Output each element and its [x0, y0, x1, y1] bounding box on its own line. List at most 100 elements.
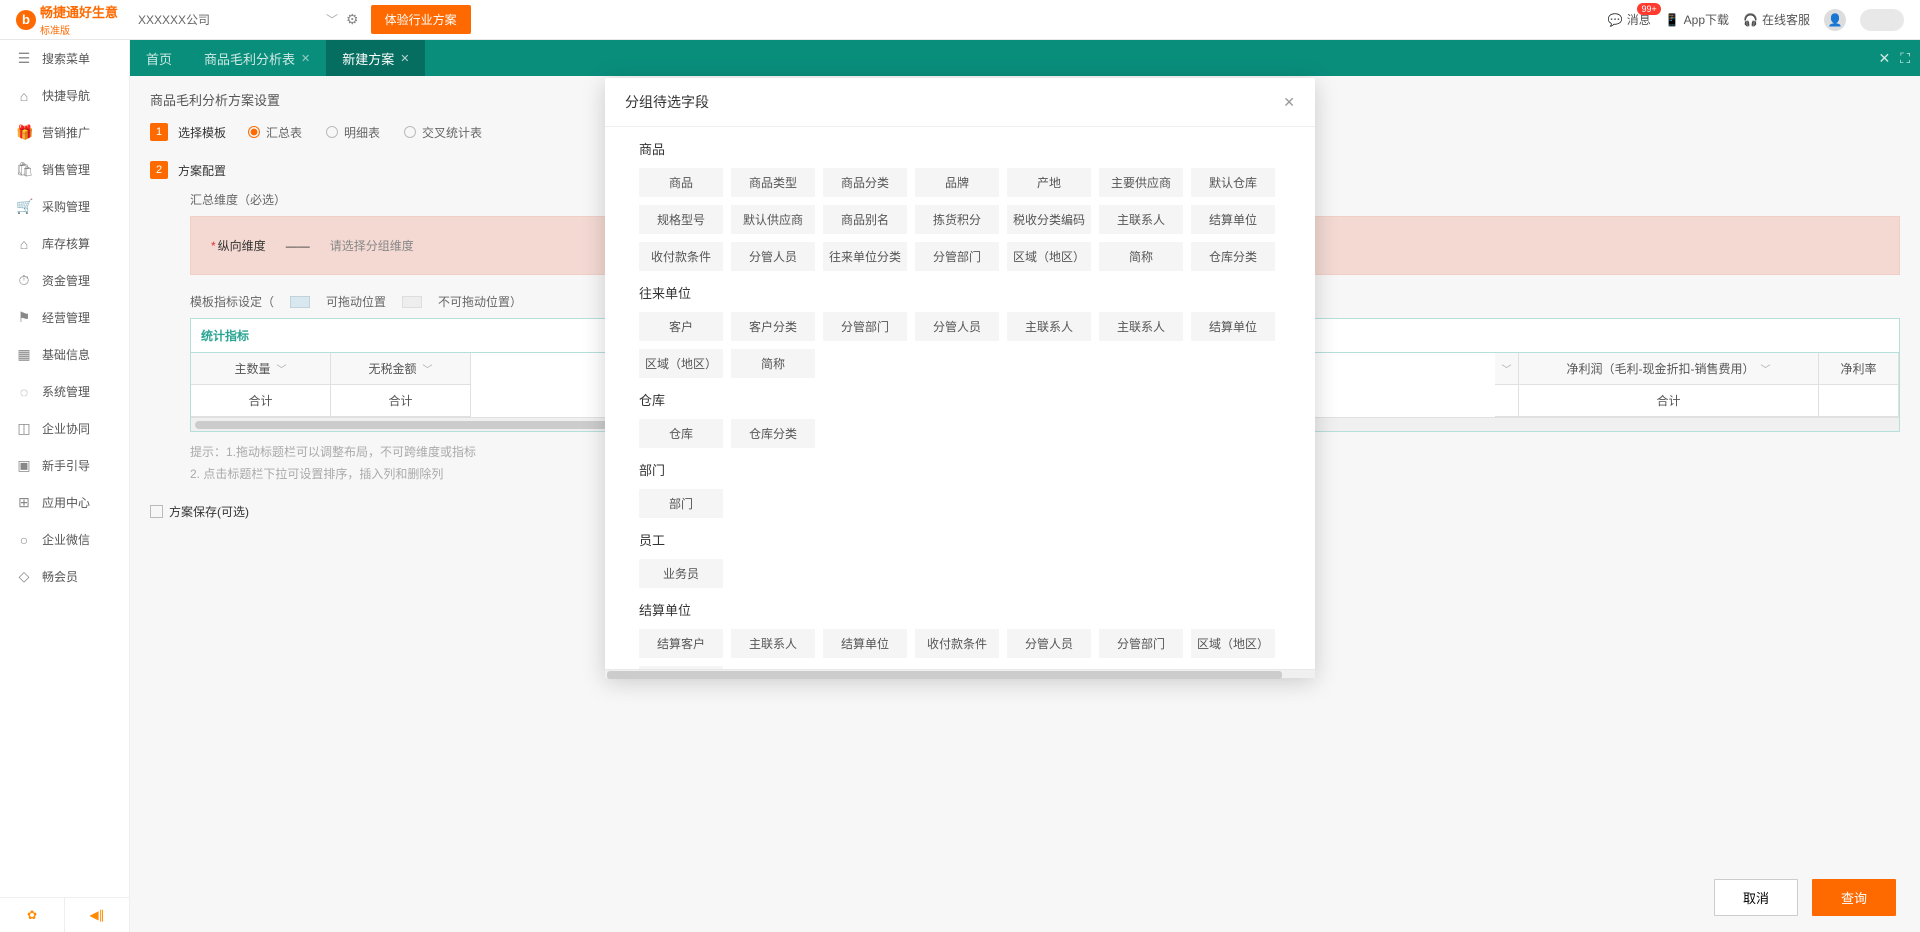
template-radio-0[interactable]: 汇总表	[248, 124, 302, 141]
footer-actions: 取消 查询	[1714, 879, 1896, 916]
field-chip[interactable]: 分管人员	[731, 242, 815, 271]
sidebar-collapse-button[interactable]: ◀∥	[65, 898, 129, 932]
user-pill[interactable]	[1860, 9, 1904, 31]
messages-link[interactable]: 💬 消息 99+	[1608, 11, 1651, 28]
field-chip[interactable]: 主联系人	[1007, 312, 1091, 341]
gear-icon[interactable]: ⚙	[346, 11, 359, 28]
tab-close-icon[interactable]: ✕	[400, 52, 409, 65]
field-chip[interactable]: 商品类型	[731, 168, 815, 197]
modal-close-icon[interactable]: ✕	[1283, 94, 1295, 111]
field-chip[interactable]: 拣货积分	[915, 205, 999, 234]
field-chip[interactable]: 区域（地区）	[639, 349, 723, 378]
field-chip[interactable]: 收付款条件	[915, 629, 999, 658]
sidebar-item-7[interactable]: ⚑经营管理	[0, 299, 129, 336]
sidebar-item-3[interactable]: 🛍销售管理	[0, 151, 129, 188]
logo-subtitle: 标准版	[40, 22, 118, 37]
field-chip[interactable]: 分管部门	[823, 312, 907, 341]
online-service-link[interactable]: 🎧 在线客服	[1743, 11, 1810, 28]
field-chip[interactable]: 品牌	[915, 168, 999, 197]
sidebar-item-14[interactable]: ◇畅会员	[0, 558, 129, 595]
modal-horizontal-scrollbar[interactable]	[605, 669, 1315, 678]
tab-2[interactable]: 新建方案✕	[326, 40, 425, 76]
modal-body[interactable]: 商品商品商品类型商品分类品牌产地主要供应商默认仓库规格型号默认供应商商品别名拣货…	[605, 127, 1315, 669]
field-chip[interactable]: 主联系人	[1099, 312, 1183, 341]
sidebar-item-6[interactable]: ⏱资金管理	[0, 262, 129, 299]
field-chip[interactable]: 分管人员	[915, 312, 999, 341]
field-chip[interactable]: 分管人员	[1007, 629, 1091, 658]
field-chip[interactable]: 规格型号	[639, 205, 723, 234]
indicator-setting-label: 模板指标设定（	[190, 293, 274, 310]
field-chip[interactable]: 简称	[731, 349, 815, 378]
field-chip[interactable]: 结算单位	[823, 629, 907, 658]
field-chip[interactable]: 产地	[1007, 168, 1091, 197]
grid-col-net-rate[interactable]: 净利率	[1819, 353, 1899, 385]
field-chip[interactable]: 业务员	[639, 559, 723, 588]
sidebar-item-8[interactable]: ▦基础信息	[0, 336, 129, 373]
sidebar-item-5[interactable]: ⌂库存核算	[0, 225, 129, 262]
field-chip[interactable]: 主联系人	[731, 629, 815, 658]
sidebar-item-label: 新手引导	[42, 457, 90, 474]
field-chip[interactable]: 往来单位分类	[823, 242, 907, 271]
app-download-link[interactable]: 📱 App下载	[1665, 11, 1729, 28]
field-chip[interactable]: 商品分类	[823, 168, 907, 197]
sidebar-item-label: 畅会员	[42, 568, 78, 585]
grid-col-net-profit[interactable]: 净利润（毛利-现金折扣-销售费用）﹀	[1519, 353, 1819, 385]
template-radio-2[interactable]: 交叉统计表	[404, 124, 482, 141]
field-chip[interactable]: 税收分类编码	[1007, 205, 1091, 234]
field-chip[interactable]: 收付款条件	[639, 242, 723, 271]
sidebar-item-11[interactable]: ▣新手引导	[0, 447, 129, 484]
field-chip[interactable]: 分管部门	[1099, 629, 1183, 658]
field-chip[interactable]: 默认仓库	[1191, 168, 1275, 197]
tab-0[interactable]: 首页	[130, 40, 188, 76]
field-chip[interactable]: 结算单位	[1191, 205, 1275, 234]
sidebar-settings-button[interactable]: ✿	[0, 898, 65, 932]
field-chip[interactable]: 客户分类	[731, 312, 815, 341]
field-group-title: 往来单位	[639, 283, 1295, 302]
sidebar-item-2[interactable]: 🎁营销推广	[0, 114, 129, 151]
tab-1[interactable]: 商品毛利分析表✕	[188, 40, 326, 76]
sidebar-item-13[interactable]: ○企业微信	[0, 521, 129, 558]
company-select[interactable]: XXXXXX公司 ﹀	[138, 11, 338, 28]
field-chip[interactable]: 商品别名	[823, 205, 907, 234]
sidebar-item-12[interactable]: ⊞应用中心	[0, 484, 129, 521]
field-chip[interactable]: 部门	[639, 489, 723, 518]
field-chip[interactable]: 简称	[1099, 242, 1183, 271]
step-1-label: 选择模板	[178, 124, 226, 141]
field-chip[interactable]: 默认供应商	[731, 205, 815, 234]
tab-close-all-icon[interactable]: ✕	[1878, 50, 1890, 67]
field-chip[interactable]: 仓库分类	[1191, 242, 1275, 271]
sidebar-item-9[interactable]: ◌系统管理	[0, 373, 129, 410]
field-chip[interactable]: 主联系人	[1099, 205, 1183, 234]
sidebar-item-10[interactable]: ◫企业协同	[0, 410, 129, 447]
grid-col-untaxed-amount[interactable]: 无税金额﹀	[331, 353, 471, 385]
sidebar-item-1[interactable]: ⌂快捷导航	[0, 77, 129, 114]
sidebar-item-label: 营销推广	[42, 124, 90, 141]
save-scheme-checkbox[interactable]	[150, 505, 163, 518]
field-chip[interactable]: 商品	[639, 168, 723, 197]
grid-col-dropdown[interactable]: ﹀	[1495, 353, 1519, 385]
tab-close-icon[interactable]: ✕	[301, 52, 310, 65]
sidebar-footer: ✿ ◀∥	[0, 897, 129, 932]
field-chip[interactable]: 仓库	[639, 419, 723, 448]
field-chip[interactable]: 客户	[639, 312, 723, 341]
avatar[interactable]: 👤	[1824, 9, 1846, 31]
field-chip[interactable]: 分管部门	[915, 242, 999, 271]
field-chip[interactable]: 主要供应商	[1099, 168, 1183, 197]
sidebar-item-icon: 🛍	[16, 161, 32, 178]
cancel-button[interactable]: 取消	[1714, 879, 1798, 916]
field-chip[interactable]: 仓库分类	[731, 419, 815, 448]
query-button[interactable]: 查询	[1812, 879, 1896, 916]
vertical-dim-label: *纵向维度	[211, 237, 266, 254]
field-chip[interactable]: 区域（地区）	[1191, 629, 1275, 658]
tab-expand-icon[interactable]: ⛶	[1900, 50, 1910, 67]
dimension-placeholder[interactable]: 请选择分组维度	[330, 237, 414, 254]
grid-col-main-qty[interactable]: 主数量﹀	[191, 353, 331, 385]
template-radio-1[interactable]: 明细表	[326, 124, 380, 141]
field-chip[interactable]: 区域（地区）	[1007, 242, 1091, 271]
sidebar-item-0[interactable]: ☰搜索菜单	[0, 40, 129, 77]
industry-scheme-button[interactable]: 体验行业方案	[371, 5, 471, 34]
field-chip[interactable]: 结算客户	[639, 629, 723, 658]
sidebar-item-4[interactable]: 🛒采购管理	[0, 188, 129, 225]
field-group-0: 商品商品商品类型商品分类品牌产地主要供应商默认仓库规格型号默认供应商商品别名拣货…	[639, 139, 1295, 271]
field-chip[interactable]: 结算单位	[1191, 312, 1275, 341]
